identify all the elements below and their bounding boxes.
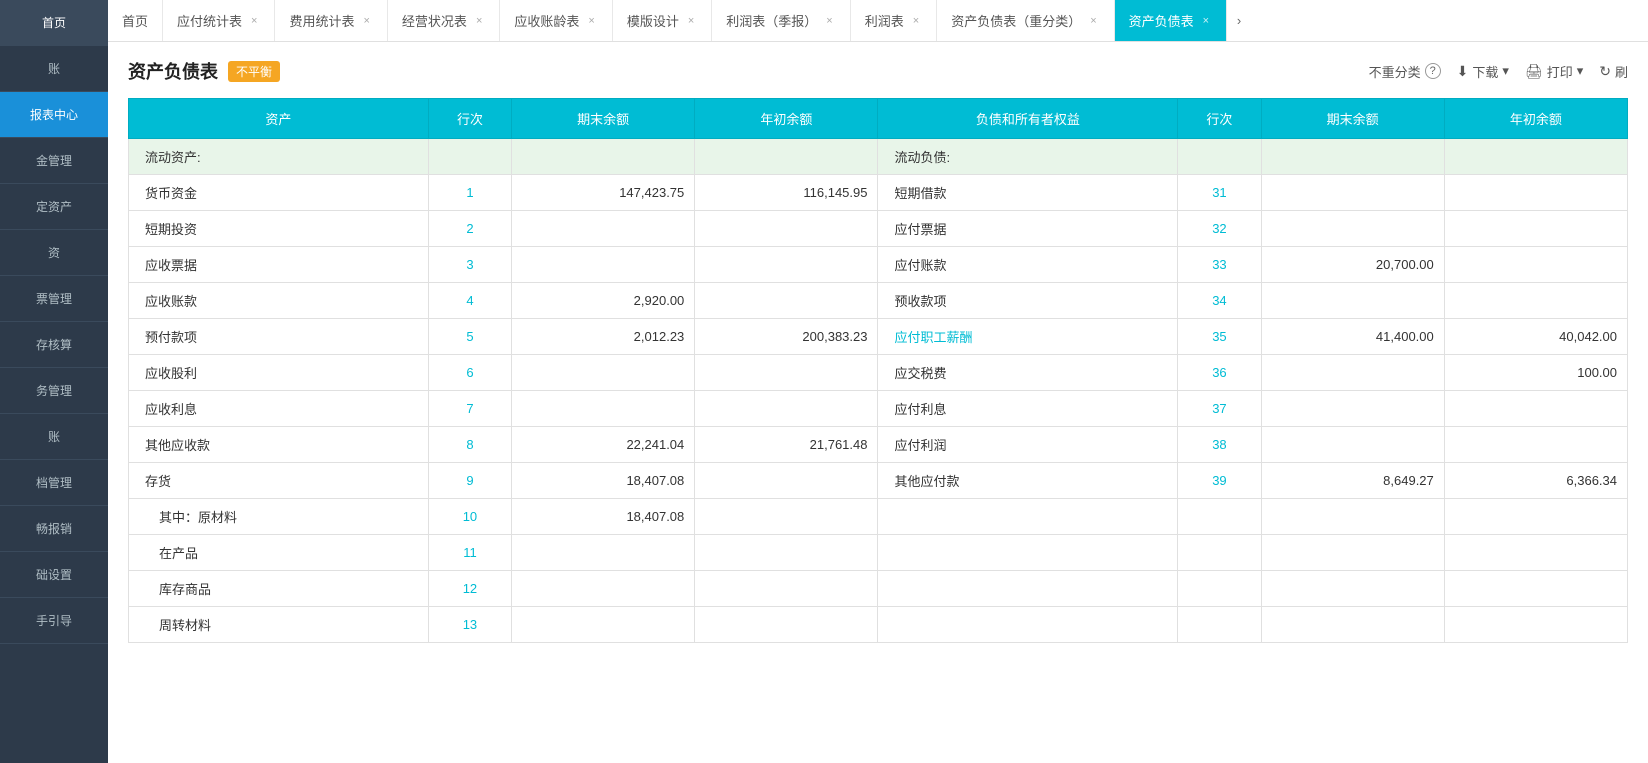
page-title-group: 资产负债表 不平衡 bbox=[128, 58, 280, 84]
refresh-icon: ↻ bbox=[1599, 63, 1611, 80]
print-icon: 🖨 bbox=[1525, 63, 1543, 80]
header-right-begin: 年初余额 bbox=[1444, 99, 1627, 139]
sidebar-item-home[interactable]: 首页 bbox=[0, 0, 108, 46]
sidebar-item-tax[interactable]: 务管理 bbox=[0, 368, 108, 414]
tab-balance[interactable]: 资产负债表 × bbox=[1115, 0, 1227, 42]
tab-balance-reclassified[interactable]: 资产负债表（重分类） × bbox=[937, 0, 1114, 42]
table-row: 其他应收款 8 22,241.04 21,761.48 应付利润 38 bbox=[129, 427, 1628, 463]
sidebar-item-archive[interactable]: 档管理 bbox=[0, 460, 108, 506]
tab-ar-aging[interactable]: 应收账龄表 × bbox=[500, 0, 612, 42]
tab-income-quarterly[interactable]: 利润表（季报） × bbox=[712, 0, 850, 42]
table-row: 短期投资 2 应付票据 32 bbox=[129, 211, 1628, 247]
table-row: 预付款项 5 2,012.23 200,383.23 应付职工薪酬 35 41,… bbox=[129, 319, 1628, 355]
header-left-row: 行次 bbox=[428, 99, 511, 139]
download-button[interactable]: ⬇ 下载 ▾ bbox=[1457, 62, 1509, 81]
tab-close-income[interactable]: × bbox=[910, 14, 922, 28]
refresh-button[interactable]: ↻ 刷 bbox=[1599, 62, 1628, 81]
header-right-liability: 负债和所有者权益 bbox=[878, 99, 1178, 139]
sidebar-item-settings[interactable]: 础设置 bbox=[0, 552, 108, 598]
tab-bar: 首页 应付统计表 × 费用统计表 × 经营状况表 × 应收账龄表 × 模版设计 … bbox=[108, 0, 1648, 42]
tab-close-balance-reclassified[interactable]: × bbox=[1087, 14, 1099, 28]
table-row: 在产品 11 bbox=[129, 535, 1628, 571]
table-row: 应收股利 6 应交税费 36 100.00 bbox=[129, 355, 1628, 391]
section-left-label: 流动资产: bbox=[129, 139, 429, 175]
tab-ap-summary[interactable]: 应付统计表 × bbox=[163, 0, 275, 42]
table-row: 应收票据 3 应付账款 33 20,700.00 bbox=[129, 247, 1628, 283]
table-row: 其中：原材料 10 18,407.08 bbox=[129, 499, 1628, 535]
header-actions: 不重分类 ? ⬇ 下载 ▾ 🖨 打印 ▾ ↻ 刷 bbox=[1369, 62, 1628, 81]
unbalanced-badge: 不平衡 bbox=[228, 61, 280, 82]
print-chevron-icon: ▾ bbox=[1577, 63, 1584, 79]
tab-close-operation-status[interactable]: × bbox=[473, 14, 485, 28]
download-chevron-icon: ▾ bbox=[1502, 63, 1509, 79]
tab-operation-status[interactable]: 经营状况表 × bbox=[388, 0, 500, 42]
main-area: 首页 应付统计表 × 费用统计表 × 经营状况表 × 应收账龄表 × 模版设计 … bbox=[108, 0, 1648, 763]
sidebar-item-ledger[interactable]: 账 bbox=[0, 46, 108, 92]
download-icon: ⬇ bbox=[1457, 63, 1469, 80]
header-left-end: 期末余额 bbox=[512, 99, 695, 139]
sidebar-item-fixed-assets[interactable]: 定资产 bbox=[0, 184, 108, 230]
tab-scroll-right[interactable]: › bbox=[1227, 0, 1251, 42]
balance-sheet-table: 资产 行次 期末余额 年初余额 负债和所有者权益 行次 期末余额 年初余额 流动… bbox=[128, 98, 1628, 643]
table-row: 应收账款 4 2,920.00 预收款项 34 bbox=[129, 283, 1628, 319]
sidebar-item-reports[interactable]: 报表中心 bbox=[0, 92, 108, 138]
sidebar-item-bills[interactable]: 票管理 bbox=[0, 276, 108, 322]
sidebar-item-inventory[interactable]: 存核算 bbox=[0, 322, 108, 368]
tab-income[interactable]: 利润表 × bbox=[851, 0, 937, 42]
sidebar-item-account[interactable]: 账 bbox=[0, 414, 108, 460]
tab-close-ap-summary[interactable]: × bbox=[248, 14, 260, 28]
table-row: 货币资金 1 147,423.75 116,145.95 短期借款 31 bbox=[129, 175, 1628, 211]
sidebar-item-investment[interactable]: 资 bbox=[0, 230, 108, 276]
tab-close-template-design[interactable]: × bbox=[685, 14, 697, 28]
table-row: 周转材料 13 bbox=[129, 607, 1628, 643]
tab-template-design[interactable]: 模版设计 × bbox=[613, 0, 712, 42]
table-row: 库存商品 12 bbox=[129, 571, 1628, 607]
tab-close-balance[interactable]: × bbox=[1200, 14, 1212, 28]
table-row: 应收利息 7 应付利息 37 bbox=[129, 391, 1628, 427]
page-header: 资产负债表 不平衡 不重分类 ? ⬇ 下载 ▾ 🖨 打印 ▾ bbox=[128, 58, 1628, 84]
page-title: 资产负债表 bbox=[128, 58, 218, 84]
tab-expense-summary[interactable]: 费用统计表 × bbox=[275, 0, 387, 42]
header-right-end: 期末余额 bbox=[1261, 99, 1444, 139]
section-current-assets: 流动资产: 流动负债: bbox=[129, 139, 1628, 175]
tab-close-expense-summary[interactable]: × bbox=[360, 14, 372, 28]
classify-toggle[interactable]: 不重分类 ? bbox=[1369, 62, 1441, 81]
header-left-begin: 年初余额 bbox=[695, 99, 878, 139]
sidebar-item-expense[interactable]: 畅报销 bbox=[0, 506, 108, 552]
tab-close-income-quarterly[interactable]: × bbox=[823, 14, 835, 28]
sidebar-item-cash[interactable]: 金管理 bbox=[0, 138, 108, 184]
table-row: 存货 9 18,407.08 其他应付款 39 8,649.27 6,366.3… bbox=[129, 463, 1628, 499]
tab-close-ar-aging[interactable]: × bbox=[585, 14, 597, 28]
sidebar-item-guide[interactable]: 手引导 bbox=[0, 598, 108, 644]
help-icon[interactable]: ? bbox=[1425, 63, 1441, 79]
sidebar: 首页 账 报表中心 金管理 定资产 资 票管理 存核算 务管理 账 档管理 畅报… bbox=[0, 0, 108, 763]
section-right-label: 流动负债: bbox=[878, 139, 1178, 175]
tab-home[interactable]: 首页 bbox=[108, 0, 163, 42]
header-right-row: 行次 bbox=[1178, 99, 1261, 139]
print-button[interactable]: 🖨 打印 ▾ bbox=[1525, 62, 1583, 81]
header-left-asset: 资产 bbox=[129, 99, 429, 139]
content-area: 资产负债表 不平衡 不重分类 ? ⬇ 下载 ▾ 🖨 打印 ▾ bbox=[108, 42, 1648, 763]
